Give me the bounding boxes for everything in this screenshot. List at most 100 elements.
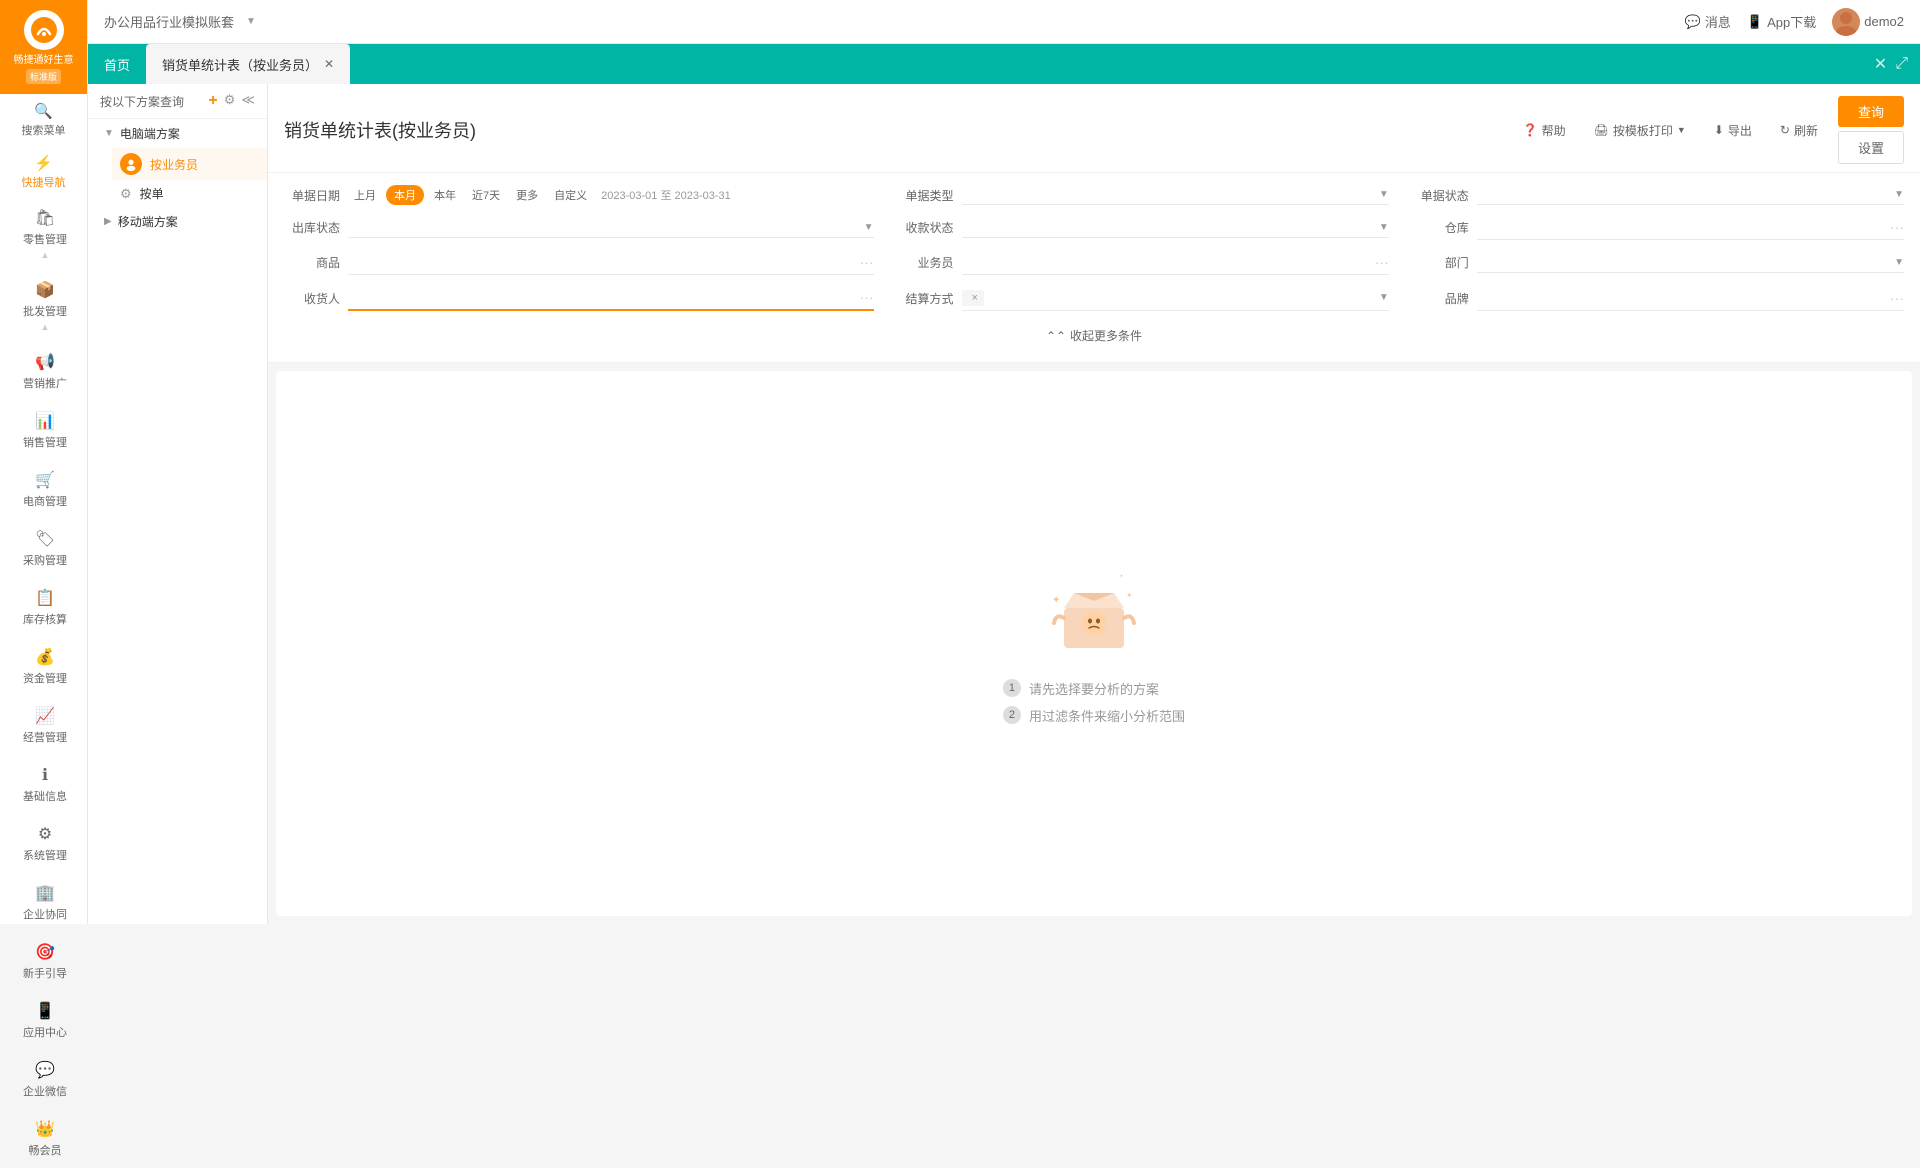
refresh-icon: ↻	[1780, 123, 1790, 137]
tree-mobile[interactable]: ▶ 移动端方案	[88, 207, 267, 236]
doc-status-select[interactable]: ▼	[1477, 185, 1904, 205]
filter-date: 单据日期 上月 本月 本年 近7天 更多 自定义 2023-03-01 至 20…	[284, 185, 874, 205]
desktop-arrow: ▼	[104, 128, 114, 139]
export-icon: ⬇	[1714, 123, 1724, 137]
template-print-btn[interactable]: 🖨 按模板打印 ▼	[1586, 118, 1694, 143]
collapse-icon: ⌃⌃	[1046, 329, 1066, 343]
out-status-select[interactable]: ▼	[348, 218, 874, 238]
tree-desktop[interactable]: ▼ 电脑端方案	[88, 119, 267, 148]
settle-arrow: ▼	[1379, 292, 1389, 303]
product-dots[interactable]: ···	[860, 254, 874, 270]
product-input[interactable]: ···	[348, 250, 874, 275]
panel-header-title: 按以下方案查询	[100, 93, 184, 110]
empty-illustration: ✦ ✦ ✦	[1044, 563, 1144, 663]
tab-sales-stat[interactable]: 销货单统计表（按业务员） ✕	[146, 44, 350, 84]
tree-by-order[interactable]: ⚙ 按单	[112, 180, 267, 207]
by-order-icon: ⚙	[120, 186, 132, 202]
date-this-month[interactable]: 本月	[386, 185, 424, 205]
filter-brand: 品牌 ···	[1413, 286, 1904, 311]
date-custom[interactable]: 自定义	[548, 185, 593, 205]
sales-icon: 📊	[35, 411, 55, 431]
desktop-label: 电脑端方案	[120, 125, 180, 142]
brand-input[interactable]: ···	[1477, 286, 1904, 311]
warehouse-input[interactable]: ···	[1477, 215, 1904, 240]
settings-scheme-icon[interactable]: ⚙	[224, 92, 236, 110]
settle-close-icon[interactable]: ×	[972, 292, 978, 304]
tab-close-all-icon[interactable]: ✕	[1874, 54, 1887, 74]
tabbar-actions: ✕ ⤢	[1874, 54, 1920, 74]
apps-icon: 📱	[35, 1001, 55, 1021]
sidebar-item-operations[interactable]: 📈 经营管理	[0, 696, 87, 755]
sidebar-quick-nav[interactable]: ⚡ 快捷导航	[0, 146, 87, 198]
filter-doc-status: 单据状态 ▼	[1413, 185, 1904, 205]
sidebar-item-wechat[interactable]: 💬 企业微信	[0, 1050, 87, 1109]
out-status-label: 出库状态	[284, 219, 348, 236]
page-actions: ❓ 帮助 🖨 按模板打印 ▼ ⬇ 导出 ↻ 刷新	[1515, 96, 1904, 164]
settings-btn[interactable]: 设置	[1838, 131, 1904, 164]
tab-close-icon[interactable]: ✕	[324, 57, 334, 71]
staff-dots[interactable]: ···	[1375, 254, 1389, 270]
tab-expand-icon[interactable]: ⤢	[1895, 55, 1908, 73]
topbar: 办公用品行业模拟账套 ▼ 💬 消息 📱 App下载 demo2	[88, 0, 1920, 44]
retail-arrow: ▲	[41, 250, 50, 260]
sidebar-item-marketing[interactable]: 📢 营销推广	[0, 342, 87, 401]
dept-select[interactable]: ▼	[1477, 253, 1904, 273]
product-label: 商品	[284, 254, 348, 271]
query-btn[interactable]: 查询	[1838, 96, 1904, 127]
date-last-month[interactable]: 上月	[348, 185, 382, 205]
message-btn[interactable]: 💬 消息	[1685, 12, 1731, 31]
refresh-btn[interactable]: ↻ 刷新	[1772, 118, 1826, 143]
sidebar-item-basic[interactable]: ℹ 基础信息	[0, 755, 87, 814]
finance-icon: 💰	[35, 647, 55, 667]
sidebar-item-purchase[interactable]: 🏷 采购管理	[0, 519, 87, 578]
help-btn[interactable]: ❓ 帮助	[1515, 118, 1574, 143]
sidebar-item-wholesale[interactable]: 📦 批发管理 ▲	[0, 270, 87, 342]
doc-type-select[interactable]: ▼	[962, 185, 1389, 205]
operations-icon: 📈	[35, 706, 55, 726]
tree-by-staff[interactable]: 按业务员	[112, 148, 267, 180]
user-avatar[interactable]: demo2	[1832, 8, 1904, 36]
topbar-dropdown[interactable]: ▼	[246, 16, 256, 27]
date-more[interactable]: 更多	[510, 185, 544, 205]
sidebar-item-system[interactable]: ⚙ 系统管理	[0, 814, 87, 873]
doc-type-arrow: ▼	[1379, 189, 1389, 200]
date-this-year[interactable]: 本年	[428, 185, 462, 205]
sidebar-item-newbie[interactable]: 🎯 新手引导	[0, 932, 87, 991]
sidebar-item-ecommerce[interactable]: 🛒 电商管理	[0, 460, 87, 519]
system-icon: ⚙	[38, 824, 52, 844]
sidebar: 畅捷通好生意 标准版 🔍 搜索菜单 ⚡ 快捷导航 🛍 零售管理 ▲ 📦 批发管理…	[0, 0, 88, 924]
sidebar-item-retail[interactable]: 🛍 零售管理 ▲	[0, 198, 87, 270]
empty-state: ✦ ✦ ✦ 1 请先选择要分析的方案 2 用过滤条件来缩小分析范围	[1003, 563, 1185, 725]
export-btn[interactable]: ⬇ 导出	[1706, 118, 1760, 143]
filter-out-status: 出库状态 ▼	[284, 218, 874, 238]
sidebar-item-inventory[interactable]: 📋 库存核算	[0, 578, 87, 637]
tab-home[interactable]: 首页	[88, 44, 146, 84]
filter-settle: 结算方式 × ▼	[898, 286, 1389, 311]
right-panel: 销货单统计表(按业务员) ❓ 帮助 🖨 按模板打印 ▼ ⬇ 导出	[268, 84, 1920, 924]
staff-input[interactable]: ···	[962, 250, 1389, 275]
app-download-btn[interactable]: 📱 App下载	[1747, 12, 1816, 31]
enterprise-icon: 🏢	[35, 883, 55, 903]
consignee-input[interactable]: ···	[348, 285, 874, 311]
sidebar-item-finance[interactable]: 💰 资金管理	[0, 637, 87, 696]
consignee-label: 收货人	[284, 290, 348, 307]
add-scheme-icon[interactable]: +	[208, 92, 217, 110]
brand-dots[interactable]: ···	[1890, 290, 1904, 306]
ecommerce-icon: 🛒	[35, 470, 55, 490]
sidebar-item-enterprise[interactable]: 🏢 企业协同	[0, 873, 87, 932]
sidebar-item-member[interactable]: 👑 畅会员	[0, 1109, 87, 1168]
consignee-dots[interactable]: ···	[860, 289, 874, 305]
filter-row-1: 单据日期 上月 本月 本年 近7天 更多 自定义 2023-03-01 至 20…	[284, 185, 1904, 205]
collapse-panel-icon[interactable]: ≪	[241, 92, 255, 110]
filter-dept: 部门 ▼	[1413, 253, 1904, 273]
warehouse-dots[interactable]: ···	[1890, 219, 1904, 235]
sidebar-item-sales[interactable]: 📊 销售管理	[0, 401, 87, 460]
settle-select[interactable]: × ▼	[962, 286, 1389, 311]
collapse-btn[interactable]: ⌃⌃ 收起更多条件	[284, 321, 1904, 350]
sidebar-item-apps[interactable]: 📱 应用中心	[0, 991, 87, 1050]
sidebar-search[interactable]: 🔍 搜索菜单	[0, 94, 87, 146]
logo-badge: 标准版	[26, 69, 61, 84]
settle-tag: ×	[962, 290, 984, 306]
pay-status-select[interactable]: ▼	[962, 218, 1389, 238]
date-last-7-days[interactable]: 近7天	[466, 185, 506, 205]
